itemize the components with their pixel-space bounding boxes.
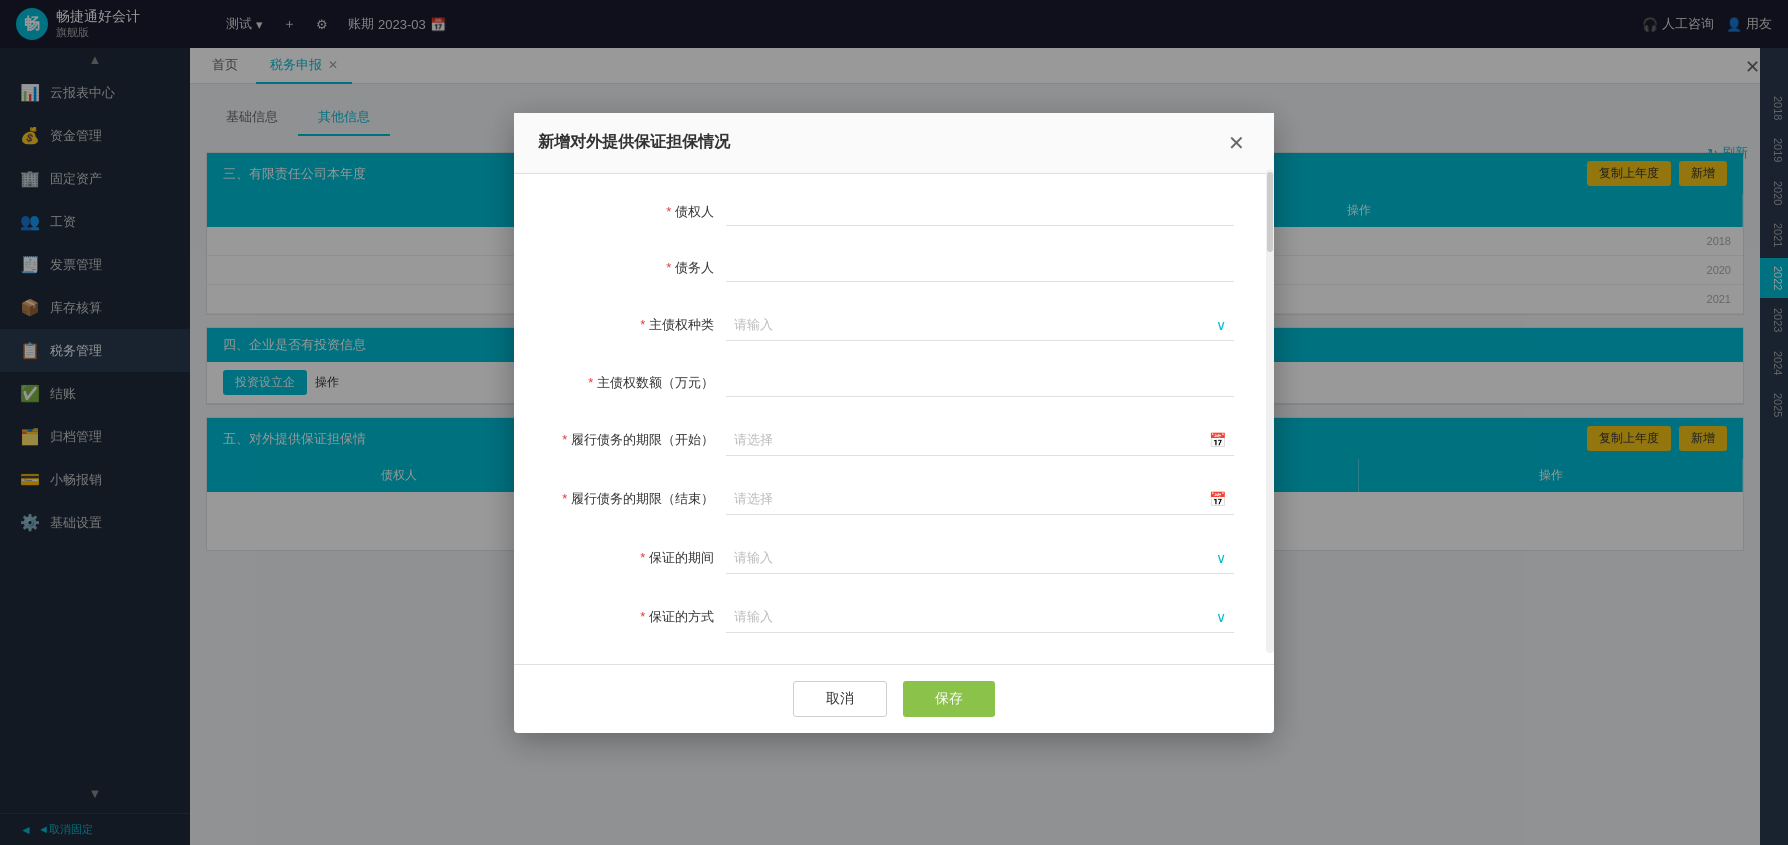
field-debtor: * 债务人 <box>554 254 1234 282</box>
modal-header: 新增对外提供保证担保情况 ✕ <box>514 113 1274 174</box>
field-period-start: * 履行债务的期限（开始） 请选择 📅 <box>554 425 1234 456</box>
field-guarantee-method-label: * 保证的方式 <box>554 608 714 626</box>
claim-type-placeholder: 请输入 <box>734 316 1216 334</box>
required-mark: * <box>666 204 671 219</box>
field-claim-type-label: * 主债权种类 <box>554 316 714 334</box>
field-claim-amount-label: * 主债权数额（万元） <box>554 374 714 392</box>
modal-title: 新增对外提供保证担保情况 <box>538 132 730 153</box>
period-start-placeholder: 请选择 <box>734 431 1209 449</box>
guarantee-period-placeholder: 请输入 <box>734 549 1216 567</box>
claim-type-select[interactable]: 请输入 ∨ <box>726 310 1234 341</box>
debtor-input[interactable] <box>726 254 1234 282</box>
guarantee-period-select[interactable]: 请输入 ∨ <box>726 543 1234 574</box>
field-creditor-label: * 债权人 <box>554 203 714 221</box>
field-debtor-label: * 债务人 <box>554 259 714 277</box>
field-period-start-label: * 履行债务的期限（开始） <box>554 431 714 449</box>
modal-overlay[interactable]: 新增对外提供保证担保情况 ✕ * 债权人 * 债务人 <box>0 0 1788 845</box>
field-guarantee-period: * 保证的期间 请输入 ∨ <box>554 543 1234 574</box>
field-period-end: * 履行债务的期限（结束） 请选择 📅 <box>554 484 1234 515</box>
claim-amount-input[interactable] <box>726 369 1234 397</box>
period-end-date[interactable]: 请选择 📅 <box>726 484 1234 515</box>
save-button[interactable]: 保存 <box>903 681 995 717</box>
field-period-end-label: * 履行债务的期限（结束） <box>554 490 714 508</box>
guarantee-method-placeholder: 请输入 <box>734 608 1216 626</box>
modal-scrollbar-thumb[interactable] <box>1267 172 1273 252</box>
field-guarantee-period-label: * 保证的期间 <box>554 549 714 567</box>
modal-scrollbar-track <box>1266 169 1274 653</box>
creditor-input[interactable] <box>726 198 1234 226</box>
cancel-button[interactable]: 取消 <box>793 681 887 717</box>
claim-type-arrow-icon: ∨ <box>1216 317 1226 333</box>
field-claim-amount: * 主债权数额（万元） <box>554 369 1234 397</box>
modal-dialog: 新增对外提供保证担保情况 ✕ * 债权人 * 债务人 <box>514 113 1274 733</box>
modal-body: * 债权人 * 债务人 * 主债权种类 请输入 <box>514 174 1274 664</box>
modal-footer: 取消 保存 <box>514 664 1274 733</box>
period-start-date[interactable]: 请选择 📅 <box>726 425 1234 456</box>
field-claim-type: * 主债权种类 请输入 ∨ <box>554 310 1234 341</box>
calendar-start-icon: 📅 <box>1209 432 1226 448</box>
field-guarantee-method: * 保证的方式 请输入 ∨ <box>554 602 1234 633</box>
field-creditor: * 债权人 <box>554 198 1234 226</box>
modal-close-button[interactable]: ✕ <box>1222 129 1250 157</box>
guarantee-method-select[interactable]: 请输入 ∨ <box>726 602 1234 633</box>
guarantee-method-arrow-icon: ∨ <box>1216 609 1226 625</box>
guarantee-period-arrow-icon: ∨ <box>1216 550 1226 566</box>
calendar-end-icon: 📅 <box>1209 491 1226 507</box>
period-end-placeholder: 请选择 <box>734 490 1209 508</box>
